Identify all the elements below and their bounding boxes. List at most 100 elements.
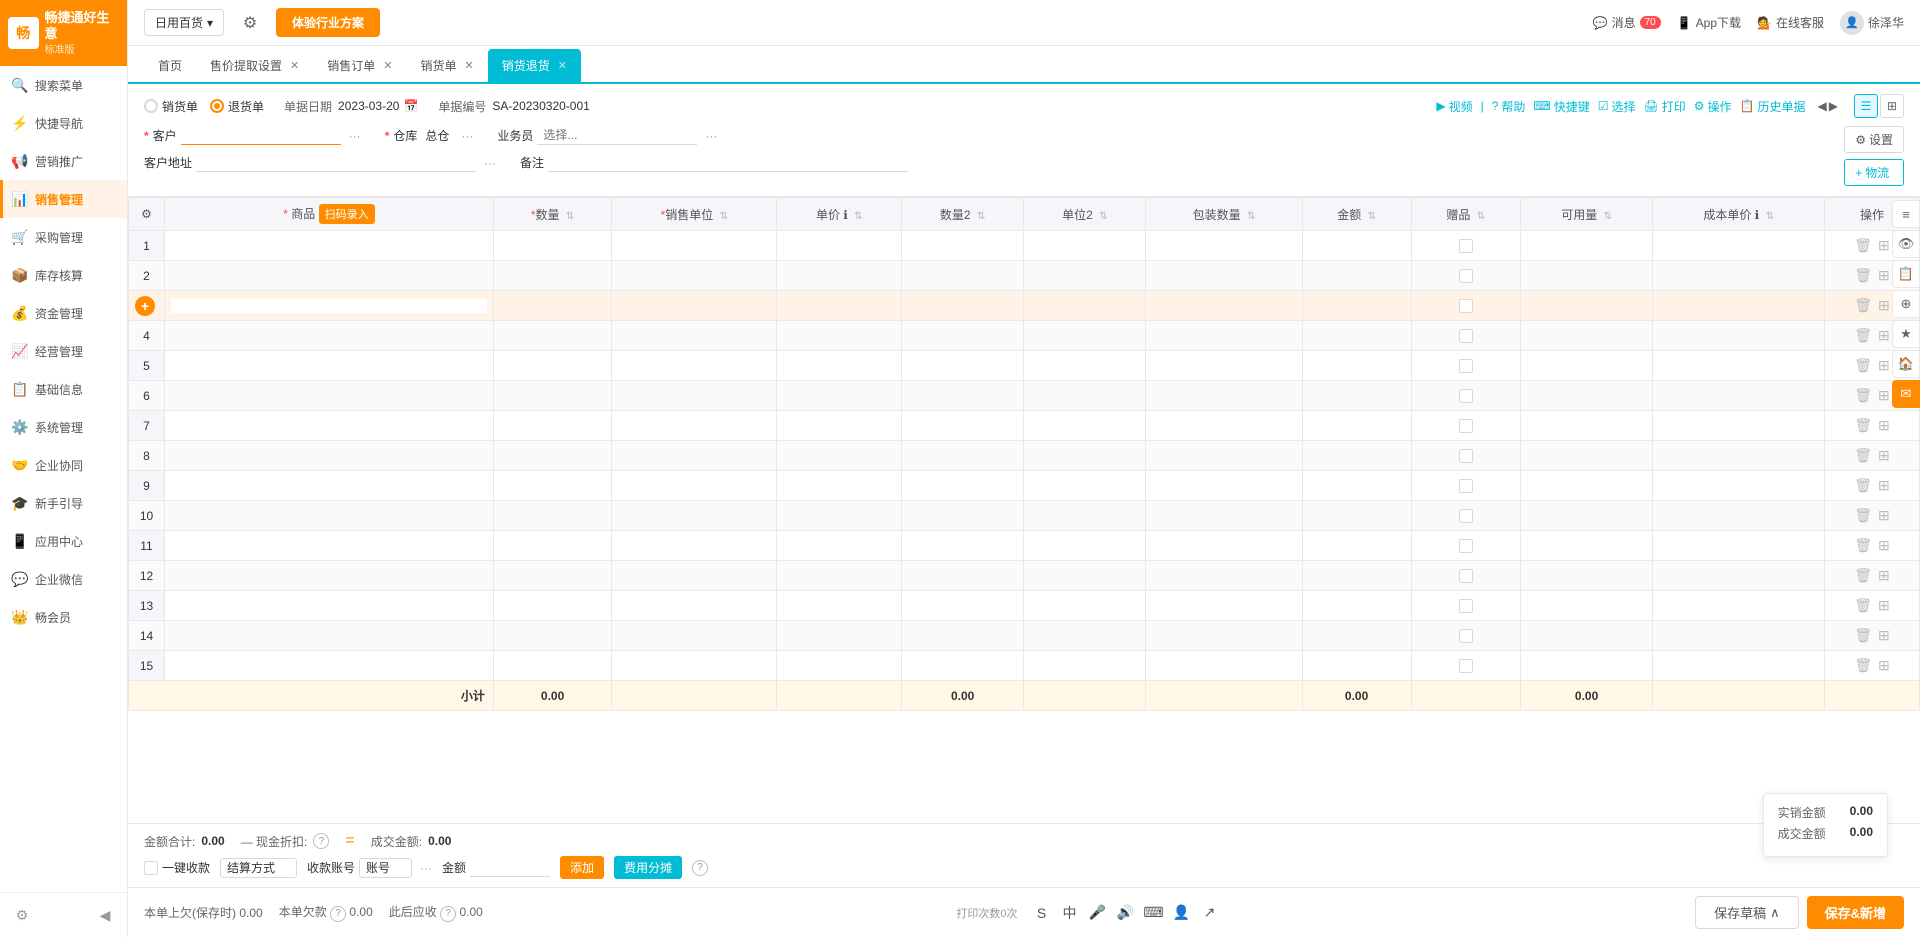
delete-row-icon[interactable]: 🗑 bbox=[1854, 507, 1872, 524]
cost-cell[interactable] bbox=[1653, 471, 1825, 501]
unit-cell[interactable] bbox=[612, 471, 777, 501]
delete-row-icon[interactable]: 🗑 bbox=[1854, 477, 1872, 494]
copy-row-icon[interactable]: ⊞ bbox=[1878, 387, 1890, 404]
unit2-cell[interactable] bbox=[1024, 411, 1146, 441]
available-cell[interactable] bbox=[1520, 621, 1653, 651]
payment-method-select[interactable]: 结算方式 bbox=[220, 858, 297, 878]
calendar-icon[interactable]: 📅 bbox=[403, 99, 418, 113]
settings-button[interactable]: ⚙ 设置 bbox=[1844, 126, 1904, 153]
debt-help-icon[interactable]: ? bbox=[330, 906, 346, 922]
copy-row-icon[interactable]: ⊞ bbox=[1878, 657, 1890, 674]
pkgqty-cell[interactable] bbox=[1146, 621, 1302, 651]
price-cell[interactable] bbox=[777, 471, 902, 501]
tab-close-icon[interactable]: ✕ bbox=[383, 59, 392, 72]
available-cell[interactable] bbox=[1520, 261, 1653, 291]
sidebar-item-快捷导航[interactable]: ⚡ 快捷导航 bbox=[0, 104, 127, 142]
pkgqty-cell[interactable] bbox=[1146, 471, 1302, 501]
gift-checkbox[interactable] bbox=[1459, 509, 1473, 523]
qty2-cell[interactable] bbox=[902, 351, 1024, 381]
cost-cell[interactable] bbox=[1653, 591, 1825, 621]
unit-cell[interactable] bbox=[612, 261, 777, 291]
address-input[interactable] bbox=[196, 153, 476, 172]
tab-close-icon[interactable]: ✕ bbox=[290, 59, 299, 72]
experience-button[interactable]: 体验行业方案 bbox=[276, 8, 380, 37]
delete-row-icon[interactable]: 🗑 bbox=[1854, 597, 1872, 614]
user-profile[interactable]: 👤 徐泽华 bbox=[1840, 11, 1904, 35]
qty2-cell[interactable] bbox=[902, 501, 1024, 531]
collapse-icon[interactable]: ◀ bbox=[91, 901, 119, 929]
copy-row-icon[interactable]: ⊞ bbox=[1878, 267, 1890, 284]
voice-icon[interactable]: 🔊 bbox=[1114, 901, 1138, 925]
gift-checkbox[interactable] bbox=[1459, 269, 1473, 283]
customer-input[interactable] bbox=[181, 126, 341, 145]
right-tool-5[interactable]: ★ bbox=[1892, 320, 1920, 348]
right-tool-4[interactable]: ⊕ bbox=[1892, 290, 1920, 318]
goods-cell[interactable] bbox=[165, 231, 494, 261]
sidebar-item-销售管理[interactable]: 📊 销售管理 bbox=[0, 180, 127, 218]
gift-checkbox[interactable] bbox=[1459, 449, 1473, 463]
sidebar-item-资金管理[interactable]: 💰 资金管理 bbox=[0, 294, 127, 332]
quantity-cell[interactable] bbox=[493, 291, 611, 321]
operate-tool[interactable]: ⚙ 操作 bbox=[1694, 98, 1732, 115]
amount-cell[interactable] bbox=[1302, 381, 1411, 411]
return-order-radio[interactable]: 退货单 bbox=[210, 98, 264, 115]
tab-首页[interactable]: 首页 bbox=[144, 49, 196, 82]
cost-cell[interactable] bbox=[1653, 501, 1825, 531]
gift-checkbox[interactable] bbox=[1459, 419, 1473, 433]
pkgqty-cell[interactable] bbox=[1146, 591, 1302, 621]
ime-icon-zh[interactable]: 中 bbox=[1058, 901, 1082, 925]
customer-picker[interactable]: ··· bbox=[349, 129, 361, 143]
unit-cell[interactable] bbox=[612, 651, 777, 681]
goods-cell[interactable] bbox=[165, 351, 494, 381]
prev-record-icon[interactable]: ◀ bbox=[1818, 99, 1827, 113]
unit-cell[interactable] bbox=[612, 321, 777, 351]
gift-checkbox[interactable] bbox=[1459, 359, 1473, 373]
price-cell[interactable] bbox=[777, 351, 902, 381]
available-cell[interactable] bbox=[1520, 231, 1653, 261]
mic-icon[interactable]: 🎤 bbox=[1086, 901, 1110, 925]
goods-cell[interactable] bbox=[165, 561, 494, 591]
unit2-cell[interactable] bbox=[1024, 351, 1146, 381]
copy-row-icon[interactable]: ⊞ bbox=[1878, 597, 1890, 614]
copy-row-icon[interactable]: ⊞ bbox=[1878, 537, 1890, 554]
tab-销货退货[interactable]: 销货退货✕ bbox=[488, 49, 581, 82]
unit-cell[interactable] bbox=[612, 621, 777, 651]
unit-cell[interactable] bbox=[612, 231, 777, 261]
gift-checkbox[interactable] bbox=[1459, 539, 1473, 553]
cost-cell[interactable] bbox=[1653, 651, 1825, 681]
copy-row-icon[interactable]: ⊞ bbox=[1878, 567, 1890, 584]
save-new-button[interactable]: 保存&新增 bbox=[1807, 896, 1904, 929]
qty2-cell[interactable] bbox=[902, 471, 1024, 501]
pkgqty-cell[interactable] bbox=[1146, 411, 1302, 441]
gift-checkbox[interactable] bbox=[1459, 659, 1473, 673]
amount-cell[interactable] bbox=[1302, 651, 1411, 681]
goods-cell[interactable] bbox=[165, 531, 494, 561]
gift-checkbox[interactable] bbox=[1459, 329, 1473, 343]
delete-row-icon[interactable]: 🗑 bbox=[1854, 447, 1872, 464]
amount-input[interactable] bbox=[470, 858, 550, 877]
delete-row-icon[interactable]: 🗑 bbox=[1854, 297, 1872, 314]
cost-cell[interactable] bbox=[1653, 531, 1825, 561]
gift-checkbox[interactable] bbox=[1459, 239, 1473, 253]
copy-row-icon[interactable]: ⊞ bbox=[1878, 357, 1890, 374]
unit2-cell[interactable] bbox=[1024, 261, 1146, 291]
price-cell[interactable] bbox=[777, 381, 902, 411]
account-picker[interactable]: ··· bbox=[420, 861, 432, 875]
qty2-cell[interactable] bbox=[902, 411, 1024, 441]
goods-cell[interactable] bbox=[165, 501, 494, 531]
tab-售价提取设置[interactable]: 售价提取设置✕ bbox=[196, 49, 313, 82]
sale-order-radio[interactable]: 销货单 bbox=[144, 98, 198, 115]
pkgqty-cell[interactable] bbox=[1146, 231, 1302, 261]
goods-input[interactable] bbox=[171, 299, 487, 313]
goods-cell[interactable] bbox=[165, 321, 494, 351]
settings-icon[interactable]: ⚙ bbox=[8, 901, 36, 929]
available-cell[interactable] bbox=[1520, 291, 1653, 321]
cost-cell[interactable] bbox=[1653, 351, 1825, 381]
price-cell[interactable] bbox=[777, 561, 902, 591]
quantity-cell[interactable] bbox=[493, 561, 611, 591]
cost-cell[interactable] bbox=[1653, 381, 1825, 411]
amount-cell[interactable] bbox=[1302, 591, 1411, 621]
sidebar-item-营销推广[interactable]: 📢 营销推广 bbox=[0, 142, 127, 180]
delete-row-icon[interactable]: 🗑 bbox=[1854, 357, 1872, 374]
print-tool[interactable]: 🖨 打印 bbox=[1644, 98, 1686, 115]
